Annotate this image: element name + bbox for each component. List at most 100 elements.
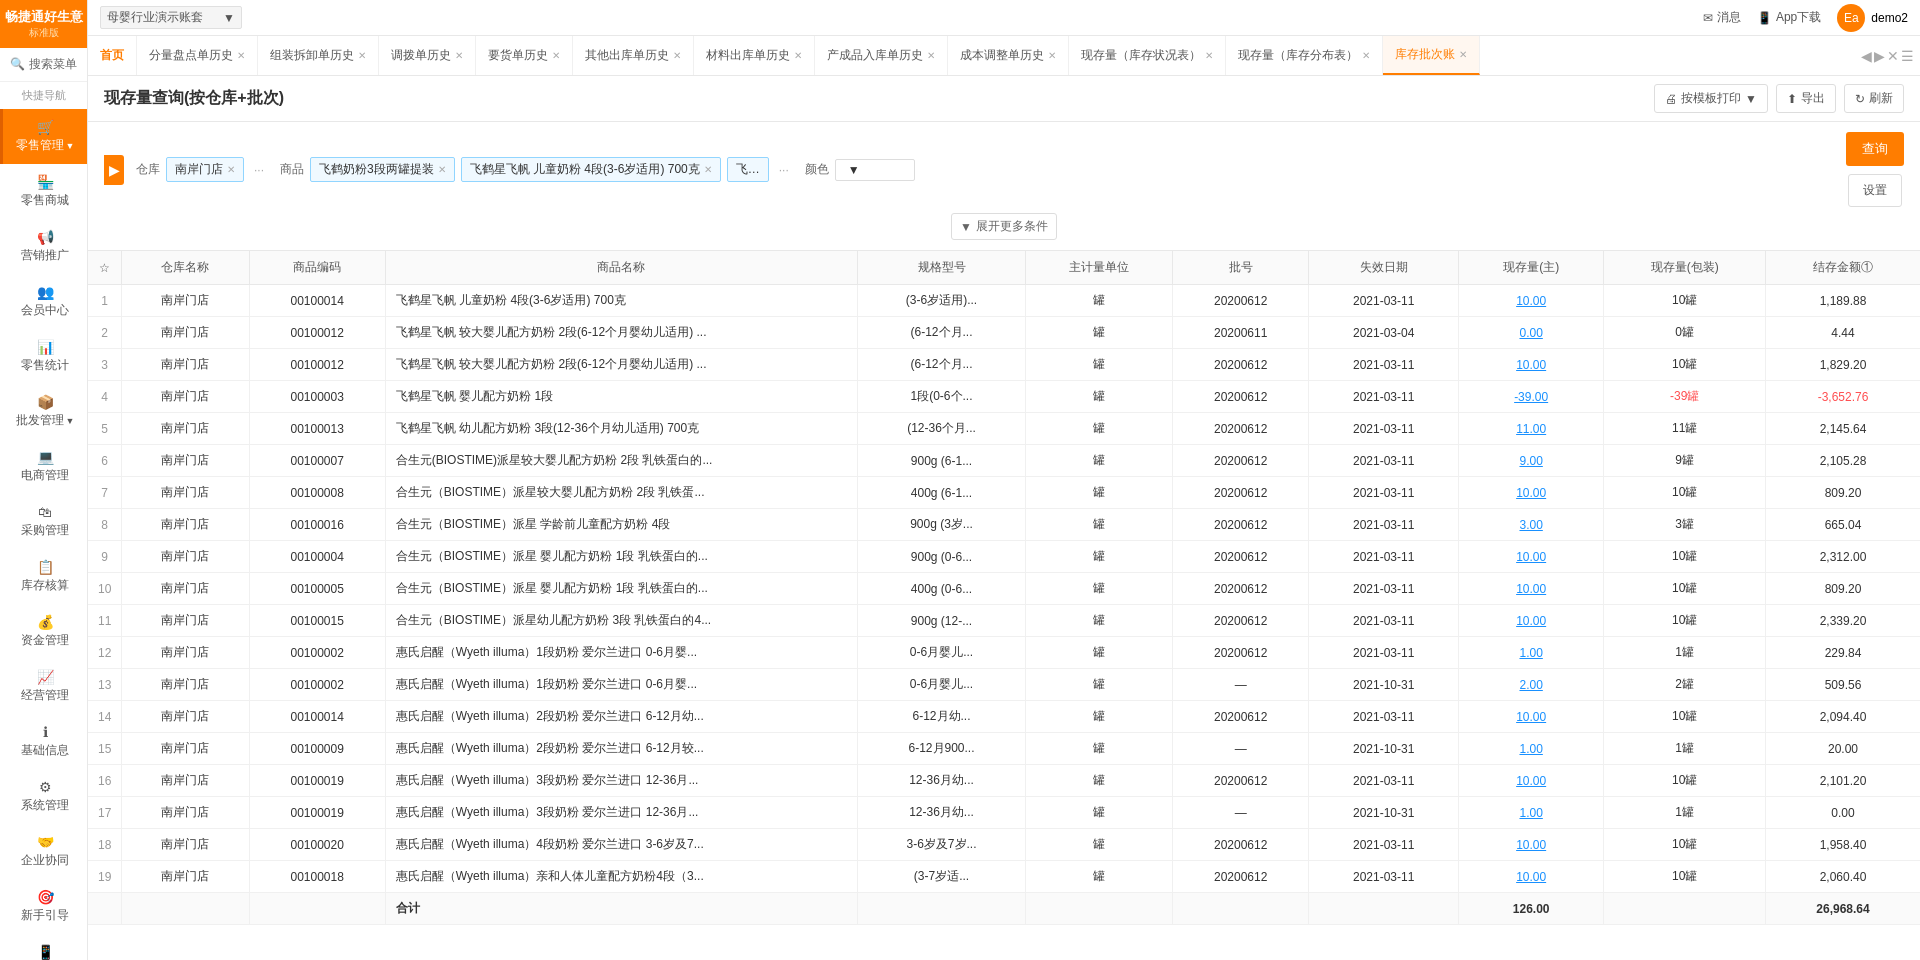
cell-8[interactable]: 10.00 (1458, 349, 1603, 381)
nav-tab-2[interactable]: 组装拆卸单历史✕ (258, 36, 379, 75)
product-filter-tag2[interactable]: 飞鹤星飞帆 儿童奶粉 4段(3-6岁适用) 700克 ✕ (461, 157, 721, 182)
tab-close-10[interactable]: ✕ (1362, 50, 1370, 61)
sidebar-item-retail-stats[interactable]: 📊零售统计 (0, 329, 87, 384)
product-tag1-close[interactable]: ✕ (438, 164, 446, 175)
sidebar-item-retail-mgmt[interactable]: 🛒零售管理▼ (0, 109, 87, 164)
sidebar-item-system[interactable]: ⚙系统管理 (0, 769, 87, 824)
warehouse-filter-tag[interactable]: 南岸门店 ✕ (166, 157, 244, 182)
cell-4: 900g (6-1... (858, 445, 1026, 477)
product-filter-tag3[interactable]: 飞… (727, 157, 769, 182)
refresh-button[interactable]: ↻ 刷新 (1844, 84, 1904, 113)
nav-tab-5[interactable]: 其他出库单历史✕ (573, 36, 694, 75)
cell-0: 11 (88, 605, 122, 637)
product-more-dots[interactable]: ··· (775, 163, 793, 177)
cell-8[interactable]: 10.00 (1458, 285, 1603, 317)
account-dropdown[interactable]: 母婴行业演示账套 ▼ (100, 6, 242, 29)
sidebar-item-appstore[interactable]: 📱应用中心 (0, 934, 87, 960)
cell-8[interactable]: 11.00 (1458, 413, 1603, 445)
warehouse-more-dots[interactable]: ··· (250, 163, 268, 177)
tab-close-9[interactable]: ✕ (1205, 50, 1213, 61)
sidebar-item-purchase[interactable]: 🛍采购管理 (0, 494, 87, 549)
sidebar-item-finance[interactable]: 💰资金管理 (0, 604, 87, 659)
app-download-item[interactable]: 📱 App下载 (1757, 9, 1821, 26)
cell-9: 9罐 (1604, 445, 1766, 477)
settings-button[interactable]: 设置 (1848, 174, 1902, 207)
left-expand-button[interactable]: ▶ (104, 155, 124, 185)
sidebar-item-enterprise[interactable]: 🤝企业协同 (0, 824, 87, 879)
filter-row: ▶ 仓库 南岸门店 ✕ ··· 商品 飞鹤奶粉3段两罐提装 ✕ 飞鹤星飞帆 儿童… (104, 132, 1904, 207)
more-tab-icon[interactable]: ☰ (1901, 48, 1914, 64)
cell-8[interactable]: 1.00 (1458, 797, 1603, 829)
sidebar-item-business[interactable]: 📈经营管理 (0, 659, 87, 714)
tab-close-5[interactable]: ✕ (673, 50, 681, 61)
cell-4: (3-6岁适用)... (858, 285, 1026, 317)
tab-close-11[interactable]: ✕ (1459, 49, 1467, 60)
tab-close-3[interactable]: ✕ (455, 50, 463, 61)
inventory-icon: 📋 (7, 559, 83, 575)
nav-tab-11[interactable]: 库存批次账✕ (1383, 36, 1480, 75)
sidebar-item-retail-store[interactable]: 🏪零售商城 (0, 164, 87, 219)
sidebar-item-basic[interactable]: ℹ基础信息 (0, 714, 87, 769)
tab-close-8[interactable]: ✕ (1048, 50, 1056, 61)
table-row: 10南岸门店00100005合生元（BIOSTIME）派星 婴儿配方奶粉 1段 … (88, 573, 1920, 605)
prev-tab-arrow[interactable]: ◀ (1861, 48, 1872, 64)
sidebar-item-marketing[interactable]: 📢营销推广 (0, 219, 87, 274)
cell-6: 20200612 (1173, 605, 1309, 637)
template-print-button[interactable]: 🖨 按模板打印 ▼ (1654, 84, 1768, 113)
cell-8[interactable]: 2.00 (1458, 669, 1603, 701)
product-tag2-close[interactable]: ✕ (704, 164, 712, 175)
cell-8[interactable]: 10.00 (1458, 701, 1603, 733)
cell-8[interactable]: -39.00 (1458, 381, 1603, 413)
user-area[interactable]: Ea demo2 (1837, 4, 1908, 32)
arrow-icon: ▼ (66, 416, 75, 426)
cell-8[interactable]: 10.00 (1458, 861, 1603, 893)
tab-close-2[interactable]: ✕ (358, 50, 366, 61)
cell-8[interactable]: 10.00 (1458, 765, 1603, 797)
table-row: 17南岸门店00100019惠氏启醒（Wyeth illuma）3段奶粉 爱尔兰… (88, 797, 1920, 829)
sidebar-item-member[interactable]: 👥会员中心 (0, 274, 87, 329)
warehouse-tag-close[interactable]: ✕ (227, 164, 235, 175)
cell-5: 罐 (1025, 573, 1172, 605)
nav-tab-3[interactable]: 调拨单历史✕ (379, 36, 476, 75)
tab-navigation-arrows: ◀ ▶ ✕ ☰ (1855, 48, 1920, 64)
cell-8[interactable]: 10.00 (1458, 573, 1603, 605)
sidebar-item-wholesale[interactable]: 📦批发管理▼ (0, 384, 87, 439)
tab-close-6[interactable]: ✕ (794, 50, 802, 61)
cell-8[interactable]: 10.00 (1458, 477, 1603, 509)
nav-tab-0[interactable]: 首页 (88, 36, 137, 75)
cell-8[interactable]: 3.00 (1458, 509, 1603, 541)
nav-tab-8[interactable]: 成本调整单历史✕ (948, 36, 1069, 75)
nav-tab-7[interactable]: 产成品入库单历史✕ (815, 36, 948, 75)
nav-tab-1[interactable]: 分量盘点单历史✕ (137, 36, 258, 75)
cell-8[interactable]: 10.00 (1458, 605, 1603, 637)
expand-conditions-button[interactable]: ▼ 展开更多条件 (951, 213, 1057, 240)
cell-8[interactable]: 1.00 (1458, 733, 1603, 765)
cell-8[interactable]: 0.00 (1458, 317, 1603, 349)
cell-8[interactable]: 1.00 (1458, 637, 1603, 669)
cell-8[interactable]: 10.00 (1458, 541, 1603, 573)
product-filter-tag1[interactable]: 飞鹤奶粉3段两罐提装 ✕ (310, 157, 455, 182)
message-icon: ✉ (1703, 11, 1713, 25)
message-item[interactable]: ✉ 消息 (1703, 9, 1741, 26)
nav-tab-6[interactable]: 材料出库单历史✕ (694, 36, 815, 75)
close-tab-icon[interactable]: ✕ (1887, 48, 1899, 64)
tab-close-4[interactable]: ✕ (552, 50, 560, 61)
cell-8[interactable]: 9.00 (1458, 445, 1603, 477)
sidebar-item-inventory[interactable]: 📋库存核算 (0, 549, 87, 604)
cell-0: 8 (88, 509, 122, 541)
color-filter-select[interactable]: ▼ (835, 159, 915, 181)
tab-close-1[interactable]: ✕ (237, 50, 245, 61)
sidebar-item-ecommerce[interactable]: 💻电商管理 (0, 439, 87, 494)
query-button[interactable]: 查询 (1846, 132, 1904, 166)
sidebar-item-guide[interactable]: 🎯新手引导 (0, 879, 87, 934)
cell-3: 惠氏启醒（Wyeth illuma）2段奶粉 爱尔兰进口 6-12月幼... (385, 701, 857, 733)
search-menu-item[interactable]: 🔍 搜索菜单 (0, 48, 87, 82)
export-button[interactable]: ⬆ 导出 (1776, 84, 1836, 113)
cell-8[interactable]: 10.00 (1458, 829, 1603, 861)
nav-tab-4[interactable]: 要货单历史✕ (476, 36, 573, 75)
table-row: 6南岸门店00100007合生元(BIOSTIME)派星较大婴儿配方奶粉 2段 … (88, 445, 1920, 477)
next-tab-arrow[interactable]: ▶ (1874, 48, 1885, 64)
nav-tab-10[interactable]: 现存量（库存分布表）✕ (1226, 36, 1383, 75)
nav-tab-9[interactable]: 现存量（库存状况表）✕ (1069, 36, 1226, 75)
tab-close-7[interactable]: ✕ (927, 50, 935, 61)
